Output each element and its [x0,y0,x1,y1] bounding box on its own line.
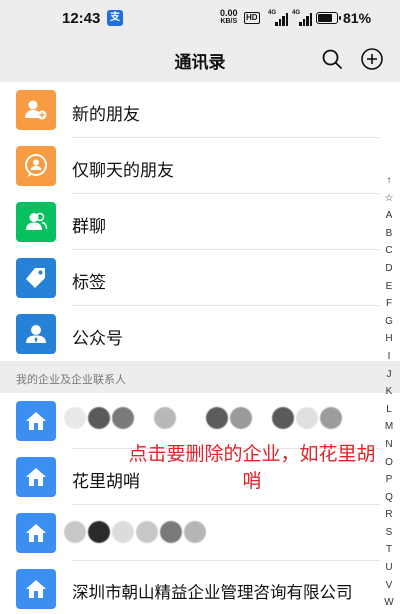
group-chat-icon [16,202,56,242]
menu-row-label: 公众号 [72,329,123,348]
index-letter-4[interactable]: C [380,242,398,260]
index-letter-0[interactable]: ↑ [380,172,398,190]
enterprise-name: 深圳市朝山精益企业管理咨询有限公司 [72,584,353,602]
index-letter-3[interactable]: B [380,225,398,243]
enterprise-home-icon [16,569,56,609]
enterprise-row-redacted-2[interactable] [0,505,380,561]
battery-fill [318,14,333,22]
index-letter-21[interactable]: T [380,541,398,559]
index-letter-6[interactable]: E [380,278,398,296]
add-circle-icon [361,48,383,70]
battery-percent: 81% [343,10,372,26]
battery-icon [316,12,341,24]
menu-row-official-accounts[interactable]: 公众号 [0,306,380,362]
add-button[interactable] [359,46,385,72]
index-letter-10[interactable]: I [380,348,398,366]
index-letter-19[interactable]: R [380,506,398,524]
redacted-name [64,521,206,543]
index-letter-7[interactable]: F [380,295,398,313]
index-letter-1[interactable]: ☆ [380,190,398,208]
alipay-icon: 支 [107,10,123,26]
menu-row-label: 仅聊天的朋友 [72,161,174,180]
index-letter-22[interactable]: U [380,559,398,577]
index-letter-15[interactable]: N [380,436,398,454]
index-letter-5[interactable]: D [380,260,398,278]
index-letter-18[interactable]: Q [380,489,398,507]
network-speed-value: 0.00 [220,8,238,18]
add-friend-icon [16,90,56,130]
search-icon [322,49,342,69]
nav-bar: 通讯录 [0,36,400,82]
index-letter-12[interactable]: K [380,383,398,401]
signal-2-icon: 4G [292,10,314,26]
status-bar: 12:43 支 0.00 KB/S HD 4G 4G 81% [0,0,400,36]
menu-row-label: 群聊 [72,217,106,236]
index-letter-13[interactable]: L [380,401,398,419]
enterprise-row-shenzhen-chaoshan[interactable]: 深圳市朝山精益企业管理咨询有限公司 [0,561,380,614]
alphabet-index-bar[interactable]: ↑ ☆ A B C D E F G H I J K L M N O P Q R S T U V W [380,172,398,612]
menu-row-label: 新的朋友 [72,105,140,124]
search-button[interactable] [319,46,345,72]
network-speed-unit: KB/S [220,18,238,25]
section-header: 我的企业及企业联系人 [0,361,400,393]
tutorial-annotation: 点击要删除的企业，如花里胡哨 [128,444,376,492]
redacted-name [64,407,342,429]
index-letter-8[interactable]: G [380,313,398,331]
enterprise-home-icon [16,457,56,497]
index-letter-2[interactable]: A [380,207,398,225]
signal-1-icon: 4G [268,10,290,26]
hd-badge: HD [244,12,260,24]
index-letter-24[interactable]: W [380,594,398,612]
index-letter-11[interactable]: J [380,366,398,384]
status-time: 12:43 [62,10,101,27]
menu-row-chat-only-friends[interactable]: 仅聊天的朋友 [0,138,380,194]
index-letter-20[interactable]: S [380,524,398,542]
menu-row-tags[interactable]: 标签 [0,250,380,306]
tag-icon [16,258,56,298]
menu-row-label: 标签 [72,273,106,292]
section-header-text: 我的企业及企业联系人 [16,374,126,386]
enterprise-home-icon [16,401,56,441]
official-account-icon [16,314,56,354]
index-letter-14[interactable]: M [380,418,398,436]
index-letter-23[interactable]: V [380,577,398,595]
chat-friend-icon [16,146,56,186]
index-letter-17[interactable]: P [380,471,398,489]
menu-row-new-friends[interactable]: 新的朋友 [0,82,380,138]
network-speed: 0.00 KB/S [220,9,238,26]
index-letter-16[interactable]: O [380,454,398,472]
enterprise-home-icon [16,513,56,553]
menu-row-group-chats[interactable]: 群聊 [0,194,380,250]
index-letter-9[interactable]: H [380,330,398,348]
